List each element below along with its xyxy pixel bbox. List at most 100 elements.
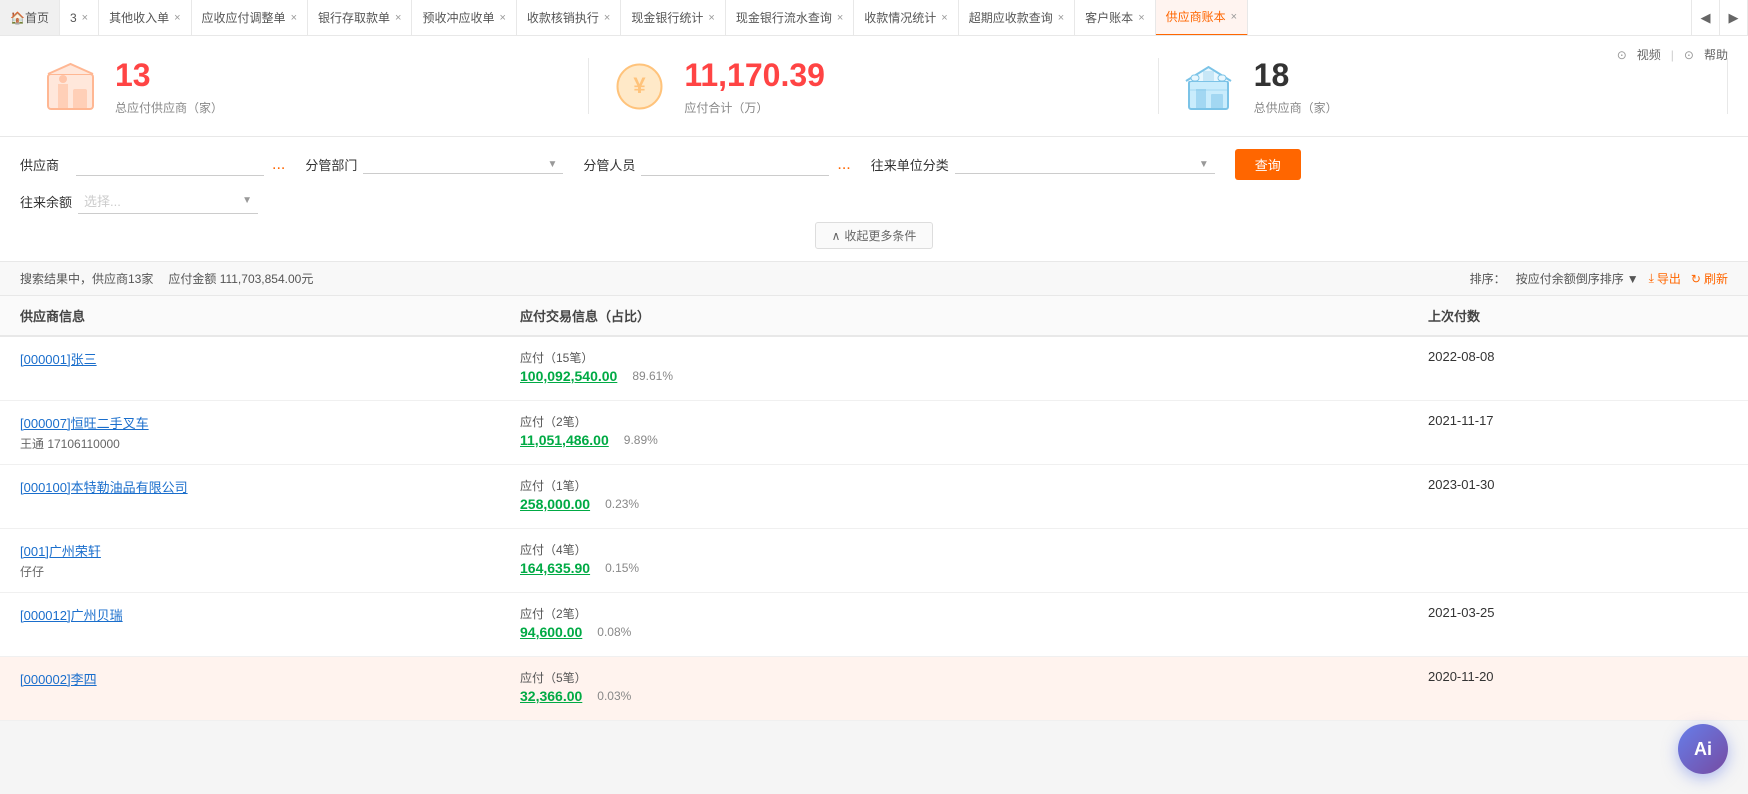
sort-select[interactable]: 按应付余额倒序排序 ▼ xyxy=(1516,270,1639,287)
table-row: [000001]张三 应付（15笔） 100,092,540.00 89.61%… xyxy=(0,337,1748,401)
balance-filter-label: 往来余额 xyxy=(20,192,72,211)
close-tab-payment-verify[interactable]: × xyxy=(604,12,610,24)
table-row: [000012]广州贝瑞 应付（2笔） 94,600.00 0.08% 2021… xyxy=(0,593,1748,657)
dept-dropdown-icon: ▼ xyxy=(547,159,557,170)
close-tab-pre-collect[interactable]: × xyxy=(499,12,505,24)
balance-select-placeholder: 选择... xyxy=(84,191,121,210)
close-tab-other-income[interactable]: × xyxy=(174,12,180,24)
tx-label: 应付（15笔） xyxy=(520,349,1428,366)
vendor-filter-dots[interactable]: ... xyxy=(272,156,285,174)
help-link[interactable]: 帮助 xyxy=(1704,46,1728,63)
ai-badge-label: Ai xyxy=(1694,739,1712,760)
close-tab-cash-bank-flow[interactable]: × xyxy=(837,12,843,24)
close-tab-collection-stat[interactable]: × xyxy=(941,12,947,24)
help-links: ⊙ 视频 | ⊙ 帮助 xyxy=(1617,46,1728,63)
balance-dropdown-icon: ▼ xyxy=(242,195,252,206)
close-tab-3[interactable]: × xyxy=(82,12,88,24)
vendor-link[interactable]: [000012]广州贝瑞 xyxy=(20,608,123,623)
nav-tab-payment-verify-label: 收款核销执行 xyxy=(527,9,599,26)
vendor-link[interactable]: [001]广州荣轩 xyxy=(20,544,101,559)
last-pay-date: 2021-03-25 xyxy=(1428,605,1495,620)
nav-tab-collection-stat-label: 收款情况统计 xyxy=(864,9,936,26)
nav-tab-collection-stat[interactable]: 收款情况统计 × xyxy=(854,0,958,36)
close-tab-bank-deposit[interactable]: × xyxy=(395,12,401,24)
video-link[interactable]: 视频 xyxy=(1637,46,1661,63)
vendor-filter-input[interactable] xyxy=(76,154,264,176)
tx-percent: 89.61% xyxy=(632,369,673,383)
close-tab-overdue[interactable]: × xyxy=(1058,12,1064,24)
last-pay-cell: 2022-08-08 xyxy=(1428,349,1728,364)
nav-tab-cash-bank-stat-label: 现金银行统计 xyxy=(631,9,703,26)
nav-prev-arrow[interactable]: ◀ xyxy=(1692,0,1720,36)
vendor-cell: [001]广州荣轩 仔仔 xyxy=(20,541,520,580)
result-actions: 排序： 按应付余额倒序排序 ▼ ⤓ 导出 ↻ 刷新 xyxy=(1470,270,1728,287)
vendor-link[interactable]: [000002]李四 xyxy=(20,672,97,687)
tx-label: 应付（5笔） xyxy=(520,669,1428,686)
table-row: [000007]恒旺二手叉车 王通 17106110000 应付（2笔） 11,… xyxy=(0,401,1748,465)
nav-next-arrow[interactable]: ▶ xyxy=(1720,0,1748,36)
nav-tab-overdue-label: 超期应收款查询 xyxy=(969,9,1053,26)
collapse-button[interactable]: ∧ 收起更多条件 xyxy=(815,222,934,249)
table-header: 供应商信息 应付交易信息（占比） 上次付数 xyxy=(0,296,1748,337)
vendor-count-number: 13 xyxy=(115,56,223,94)
close-tab-vendor[interactable]: × xyxy=(1231,11,1237,23)
person-filter-input[interactable] xyxy=(641,154,829,176)
vendor-link[interactable]: [000001]张三 xyxy=(20,352,97,367)
close-tab-ar-ap[interactable]: × xyxy=(291,12,297,24)
nav-tab-vendor-ledger[interactable]: 供应商账本 × xyxy=(1156,0,1248,36)
vendor-link[interactable]: [000100]本特勒油品有限公司 xyxy=(20,480,188,495)
nav-tab-ar-ap-adjust[interactable]: 应收应付调整单 × xyxy=(192,0,308,36)
tx-amount[interactable]: 258,000.00 xyxy=(520,496,590,512)
person-filter-dots[interactable]: ... xyxy=(837,156,850,174)
nav-tab-cash-bank-flow-label: 现金银行流水查询 xyxy=(736,9,832,26)
nav-tab-cash-bank-stat[interactable]: 现金银行统计 × xyxy=(621,0,725,36)
tx-info: 应付（2笔） 11,051,486.00 9.89% xyxy=(520,413,1428,448)
nav-tab-pre-collect-label: 预收冲应收单 xyxy=(422,9,494,26)
tx-amount[interactable]: 32,366.00 xyxy=(520,688,582,704)
tx-percent: 0.03% xyxy=(597,689,631,703)
refresh-button[interactable]: ↻ 刷新 xyxy=(1691,270,1728,287)
nav-tab-customer-ledger[interactable]: 客户账本 × xyxy=(1075,0,1155,36)
person-filter-label: 分管人员 xyxy=(583,155,635,174)
close-tab-cash-bank-stat[interactable]: × xyxy=(708,12,714,24)
balance-filter-select[interactable]: 选择... ▼ xyxy=(78,188,258,214)
tx-percent: 9.89% xyxy=(624,433,658,447)
table-body: [000001]张三 应付（15笔） 100,092,540.00 89.61%… xyxy=(0,337,1748,721)
transaction-cell: 应付（1笔） 258,000.00 0.23% xyxy=(520,477,1428,512)
vendor-cell: [000012]广州贝瑞 xyxy=(20,605,520,624)
nav-tab-payment-verify[interactable]: 收款核销执行 × xyxy=(517,0,621,36)
total-vendor-label: 总供应商（家） xyxy=(1254,99,1338,116)
ai-assistant-button[interactable]: Ai xyxy=(1678,724,1728,774)
nav-tab-3[interactable]: 3 × xyxy=(60,0,99,36)
nav-tab-pre-collect[interactable]: 预收冲应收单 × xyxy=(412,0,516,36)
last-pay-date: 2021-11-17 xyxy=(1428,413,1494,428)
nav-tab-cash-bank-flow[interactable]: 现金银行流水查询 × xyxy=(726,0,854,36)
export-button[interactable]: ⤓ 导出 xyxy=(1649,270,1681,287)
collapse-label: 收起更多条件 xyxy=(844,227,916,244)
summary-card-vendors: 13 总应付供应商（家） xyxy=(20,46,589,126)
data-table: 供应商信息 应付交易信息（占比） 上次付数 [000001]张三 应付（15笔）… xyxy=(0,296,1748,721)
nav-tab-overdue-query[interactable]: 超期应收款查询 × xyxy=(959,0,1075,36)
vendor-cell: [000100]本特勒油品有限公司 xyxy=(20,477,520,496)
category-filter-select[interactable]: ▼ xyxy=(955,156,1215,174)
tx-amount[interactable]: 94,600.00 xyxy=(520,624,582,640)
query-button[interactable]: 查询 xyxy=(1235,149,1301,180)
tx-amount[interactable]: 100,092,540.00 xyxy=(520,368,617,384)
tx-amount[interactable]: 11,051,486.00 xyxy=(520,432,609,448)
dept-filter-select[interactable]: ▼ xyxy=(363,156,563,174)
sort-dropdown-icon: ▼ xyxy=(1627,272,1639,286)
last-pay-cell: 2023-01-30 xyxy=(1428,477,1728,492)
result-summary-text: 搜索结果中，供应商13家 xyxy=(20,270,153,287)
last-pay-cell: 2021-03-25 xyxy=(1428,605,1728,620)
nav-tab-home[interactable]: 🏠 首页 xyxy=(0,0,60,36)
store-icon xyxy=(1179,56,1239,116)
nav-tab-other-income[interactable]: 其他收入单 × xyxy=(99,0,191,36)
vendor-link[interactable]: [000007]恒旺二手叉车 xyxy=(20,416,149,431)
tx-row: 32,366.00 0.03% xyxy=(520,688,1428,704)
vendor-cell: [000007]恒旺二手叉车 王通 17106110000 xyxy=(20,413,520,452)
nav-tab-bank-deposit[interactable]: 银行存取款单 × xyxy=(308,0,412,36)
payable-amount-number: 11,170.39 xyxy=(684,56,825,94)
tx-amount[interactable]: 164,635.90 xyxy=(520,560,590,576)
close-tab-customer[interactable]: × xyxy=(1138,12,1144,24)
nav-tab-ar-ap-label: 应收应付调整单 xyxy=(202,9,286,26)
